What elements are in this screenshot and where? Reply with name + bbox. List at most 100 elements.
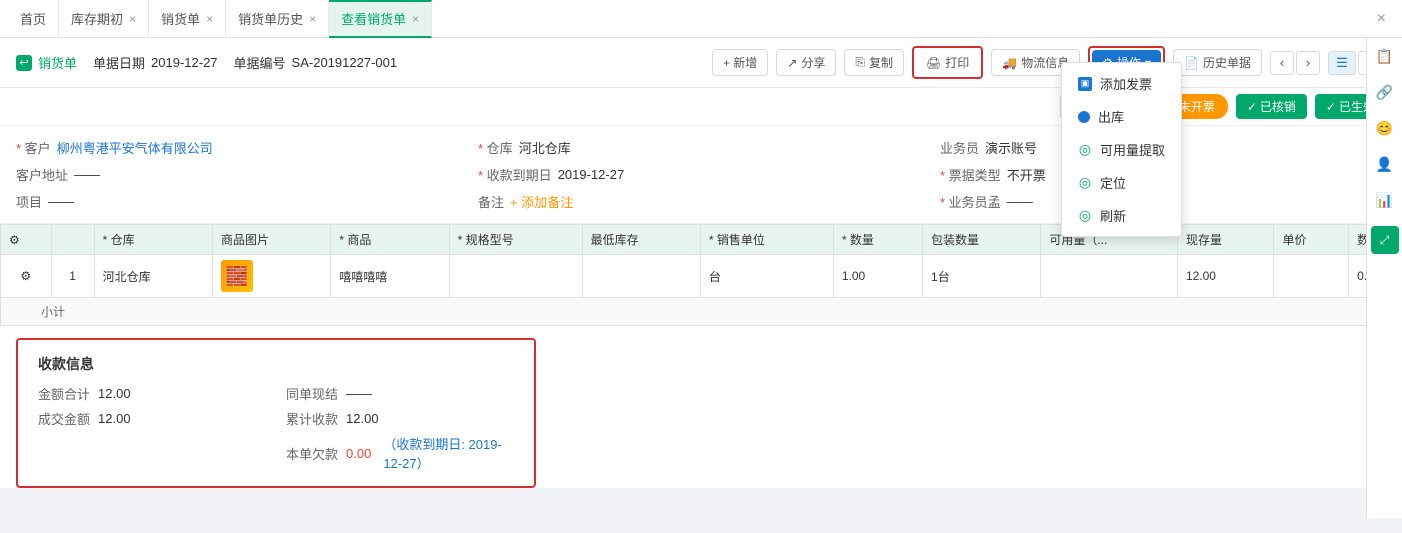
col-row-num (51, 225, 94, 255)
invoice-type-label: 票据类型 (940, 165, 1001, 184)
summary-empty (38, 434, 266, 472)
copy-button[interactable]: ⎘ 复制 (844, 49, 904, 76)
cell-package-qty: 1台 (923, 255, 1041, 298)
tab-inventory-close[interactable]: × (129, 12, 136, 26)
payment-date-label: 收款到期日 (478, 165, 552, 184)
address-label: 客户地址 (16, 165, 68, 184)
tab-sales-history-close[interactable]: × (309, 12, 316, 26)
sidebar-chart-icon[interactable]: 📊 (1375, 190, 1395, 210)
menu-item-add-invoice[interactable]: ▣ 添加发票 (1062, 67, 1181, 100)
doc-number-value: SA-20191227-001 (292, 55, 398, 70)
col-product: * 商品 (331, 225, 449, 255)
doc-title-icon: ↩ (16, 55, 32, 71)
customer-label: 客户 (16, 138, 51, 157)
cell-gear[interactable]: ⚙ (1, 255, 52, 298)
available-icon: ◎ (1078, 143, 1092, 157)
prev-arrow[interactable]: ‹ (1270, 51, 1294, 75)
sidebar-emoji-icon[interactable]: 😊 (1375, 118, 1395, 138)
doc-header: ↩ 销货单 单据日期 2019-12-27 单据编号 SA-20191227-0… (0, 38, 1402, 88)
warehouse-value[interactable]: 河北仓库 (519, 138, 571, 157)
share-icon: ↗ (787, 56, 797, 70)
project-value: —— (48, 194, 74, 209)
doc-number-meta: 单据编号 SA-20191227-001 (234, 53, 398, 72)
summary-deal-value: 12.00 (98, 411, 131, 426)
form-area: 客户 柳州粤港平安气体有限公司 仓库 河北仓库 业务员 演示账号 客户地址 ——… (0, 126, 1402, 224)
col-package-qty: 包装数量 (923, 225, 1041, 255)
summary-total-amount: 金额合计 12.00 (38, 384, 266, 403)
summary-owed-value: 0.00 (346, 446, 371, 461)
tab-sales[interactable]: 销货单 × (149, 0, 226, 38)
sidebar-expand-icon[interactable]: ⤢ (1371, 226, 1399, 254)
salesperson-value: 演示账号 (985, 138, 1037, 157)
remark-label: 备注 (478, 192, 504, 211)
summary-deal-label: 成交金额 (38, 409, 90, 428)
summary-total-received-label: 累计收款 (286, 409, 338, 428)
summary-owed-suffix: （收款到期日: 2019-12-27） (383, 434, 514, 472)
tab-inventory[interactable]: 库存期初 × (59, 0, 149, 38)
tab-bar: 首页 库存期初 × 销货单 × 销货单历史 × 查看销货单 × × (0, 0, 1402, 38)
cell-product: 嘻嘻嘻嘻 (331, 255, 449, 298)
tab-sales-label: 销货单 (161, 9, 200, 28)
menu-item-locate[interactable]: ◎ 定位 (1062, 166, 1181, 199)
history-button[interactable]: 📄 历史单据 (1173, 49, 1262, 76)
new-button[interactable]: + 新增 (712, 49, 768, 76)
cell-unit: 台 (700, 255, 833, 298)
address-value: —— (74, 167, 100, 182)
doc-date-label: 单据日期 (93, 53, 145, 72)
print-icon: 🖨 (926, 56, 941, 70)
not-open-label: 未开票 (1179, 98, 1215, 115)
next-arrow[interactable]: › (1296, 51, 1320, 75)
cell-price (1274, 255, 1349, 298)
sidebar-user-icon[interactable]: 👤 (1375, 154, 1395, 174)
tab-home[interactable]: 首页 (8, 0, 59, 38)
tab-view-sales[interactable]: 查看销货单 × (329, 0, 432, 38)
tab-sales-history[interactable]: 销货单历史 × (226, 0, 329, 38)
menu-item-available[interactable]: ◎ 可用量提取 (1062, 133, 1181, 166)
add-invoice-icon: ▣ (1078, 77, 1092, 91)
doc-number-label: 单据编号 (234, 53, 286, 72)
salesperson-label: 业务员 (940, 138, 979, 157)
col-qty: * 数量 (833, 225, 922, 255)
doc-actions: + 新增 ↗ 分享 ⎘ 复制 🖨 打印 (712, 46, 1386, 79)
cell-image: 🧱 (212, 255, 330, 298)
invoice-type-value[interactable]: 不开票 (1007, 165, 1046, 184)
print-button[interactable]: 🖨 打印 (916, 50, 979, 75)
summary-deal-amount: 成交金额 12.00 (38, 409, 266, 428)
locate-icon: ◎ (1078, 176, 1092, 190)
customer-field: 客户 柳州粤港平安气体有限公司 (16, 138, 462, 157)
cell-stock: 12.00 (1177, 255, 1274, 298)
checked-button[interactable]: ✓ 已核销 (1236, 94, 1307, 119)
add-remark-btn[interactable]: + 添加备注 (510, 192, 573, 211)
list-view-btn[interactable]: ☰ (1328, 51, 1356, 75)
summary-grid: 金额合计 12.00 同单现结 —— 成交金额 12.00 累计收款 12.00 (38, 384, 514, 472)
available-label: 可用量提取 (1100, 140, 1165, 159)
tab-sales-close[interactable]: × (206, 12, 213, 26)
share-button[interactable]: ↗ 分享 (776, 49, 836, 76)
sidebar-link-icon[interactable]: 🔗 (1375, 82, 1395, 102)
refresh-icon: ◎ (1078, 209, 1092, 223)
col-price: 单价 (1274, 225, 1349, 255)
copy-icon: ⎘ (855, 55, 865, 70)
payment-date-value[interactable]: 2019-12-27 (558, 167, 625, 182)
col-min-stock: 最低库存 (582, 225, 700, 255)
menu-item-out-warehouse[interactable]: 出库 (1062, 100, 1181, 133)
remark-field: 备注 + 添加备注 (478, 192, 924, 211)
doc-title-text: 销货单 (38, 53, 77, 72)
add-invoice-label: 添加发票 (1100, 74, 1152, 93)
warehouse-field: 仓库 河北仓库 (478, 138, 924, 157)
tab-view-sales-close[interactable]: × (412, 12, 419, 26)
warehouse-label: 仓库 (478, 138, 513, 157)
checked-icon: ✓ (1247, 100, 1257, 114)
effective-icon: ✓ (1326, 100, 1336, 114)
table-row: ⚙ 1 河北仓库 🧱 嘻嘻嘻嘻 台 (1, 255, 1402, 298)
menu-item-refresh[interactable]: ◎ 刷新 (1062, 199, 1181, 232)
tab-bar-close[interactable]: × (1377, 10, 1394, 28)
subtotal-row: 小计 (1, 298, 1402, 326)
customer-value[interactable]: 柳州粤港平安气体有限公司 (57, 138, 213, 157)
history-label: 历史单据 (1203, 54, 1251, 71)
nav-arrows: ‹ › (1270, 51, 1320, 75)
doc-date-meta: 单据日期 2019-12-27 (93, 53, 218, 72)
sidebar-clipboard-icon[interactable]: 📋 (1375, 46, 1395, 66)
out-warehouse-label: 出库 (1098, 107, 1124, 126)
cell-available (1041, 255, 1178, 298)
